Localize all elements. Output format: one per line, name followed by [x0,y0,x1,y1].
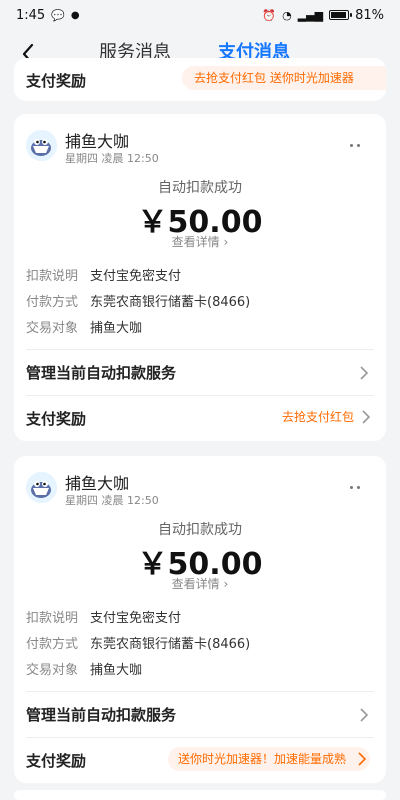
info-value: 东莞农商银行储蓄卡(8466) [90,295,251,310]
info-row-payment-method: 付款方式 东莞农商银行储蓄卡(8466) [26,633,250,652]
chevron-right-icon: › [223,235,229,249]
view-details-link[interactable]: 查看详情 › [14,233,386,250]
info-key: 付款方式 [26,637,79,652]
info-value: 支付宝免密支付 [90,269,182,284]
merchant-avatar [26,472,57,503]
view-details-label: 查看详情 [171,577,220,591]
battery-icon [329,10,353,20]
reward-label: 支付奖励 [26,72,87,90]
info-row-payment-method: 付款方式 东莞农商银行储蓄卡(8466) [26,291,250,310]
status-bar: 1:45 💬 ● ⏰ ◔ ▂▄▆ 81% [0,0,400,30]
info-row-description: 扣款说明 支付宝免密支付 [26,607,181,626]
reward-action-label: 去抢支付红包 [281,410,354,424]
divider [26,691,374,692]
info-value: 支付宝免密支付 [90,611,182,626]
merchant-name: 捕鱼大咖 [65,132,130,151]
manage-autopay-button[interactable]: 管理当前自动扣款服务 [26,362,176,383]
info-key: 交易对象 [26,663,79,678]
more-options-icon[interactable] [350,132,368,147]
chevron-right-icon [360,708,368,722]
divider [26,349,374,350]
reward-action-link[interactable]: 去抢支付红包 [282,405,370,429]
chevron-right-icon [360,366,368,380]
transaction-time: 星期四 凌晨 12:50 [65,494,159,507]
transaction-time: 星期四 凌晨 12:50 [65,152,159,165]
status-left: 1:45 💬 ● [16,8,80,23]
reward-action-link[interactable]: 送你时光加速器！加速能量成熟 [167,747,370,771]
notification-icon: ● [70,9,80,21]
info-value: 捕鱼大咖 [90,663,143,678]
status-right: ⏰ ◔ ▂▄▆ 81% [262,8,384,23]
reward-label: 支付奖励 [26,752,87,770]
divider [26,737,374,738]
reward-action-label: 送你时光加速器！加速能量成熟 [177,752,346,766]
merchant-avatar [26,130,57,161]
info-value: 捕鱼大咖 [90,321,143,336]
info-row-description: 扣款说明 支付宝免密支付 [26,265,181,284]
payment-card: 捕鱼大咖 星期四 凌晨 12:50 自动扣款成功 ￥50.00 查看详情 › 扣… [14,456,386,783]
status-time: 1:45 [16,7,46,23]
chevron-right-icon [362,410,370,424]
info-row-counterparty: 交易对象 捕鱼大咖 [26,317,142,336]
reward-pill[interactable]: 去抢支付红包 送你时光加速器 [182,66,386,90]
fish-icon [26,472,57,503]
manage-autopay-button[interactable]: 管理当前自动扣款服务 [26,704,176,725]
chat-bubble-icon: 💬 [51,8,65,22]
reward-label: 支付奖励 [26,410,87,428]
info-row-counterparty: 交易对象 捕鱼大咖 [26,659,142,678]
next-card-partial [14,790,386,800]
chevron-right-icon [358,752,366,766]
info-value: 东莞农商银行储蓄卡(8466) [90,637,251,652]
payment-card: 捕鱼大咖 星期四 凌晨 12:50 自动扣款成功 ￥50.00 查看详情 › 扣… [14,114,386,441]
more-options-icon[interactable] [350,474,368,489]
view-details-label: 查看详情 [171,235,220,249]
payment-status: 自动扣款成功 [158,180,242,196]
info-key: 扣款说明 [26,611,79,626]
alarm-icon: ⏰ [262,8,277,22]
chevron-right-icon: › [223,577,229,591]
view-details-link[interactable]: 查看详情 › [14,575,386,592]
wifi-icon: ◔ [282,8,292,22]
battery-text: 81% [355,7,384,23]
divider [26,395,374,396]
info-key: 交易对象 [26,321,79,336]
payment-status: 自动扣款成功 [158,522,242,538]
info-key: 扣款说明 [26,269,79,284]
merchant-name: 捕鱼大咖 [65,474,130,493]
info-key: 付款方式 [26,295,79,310]
fish-icon [26,130,57,161]
signal-icon: ▂▄▆ [297,8,324,22]
previous-card-partial: 支付奖励 去抢支付红包 送你时光加速器 [14,58,386,101]
